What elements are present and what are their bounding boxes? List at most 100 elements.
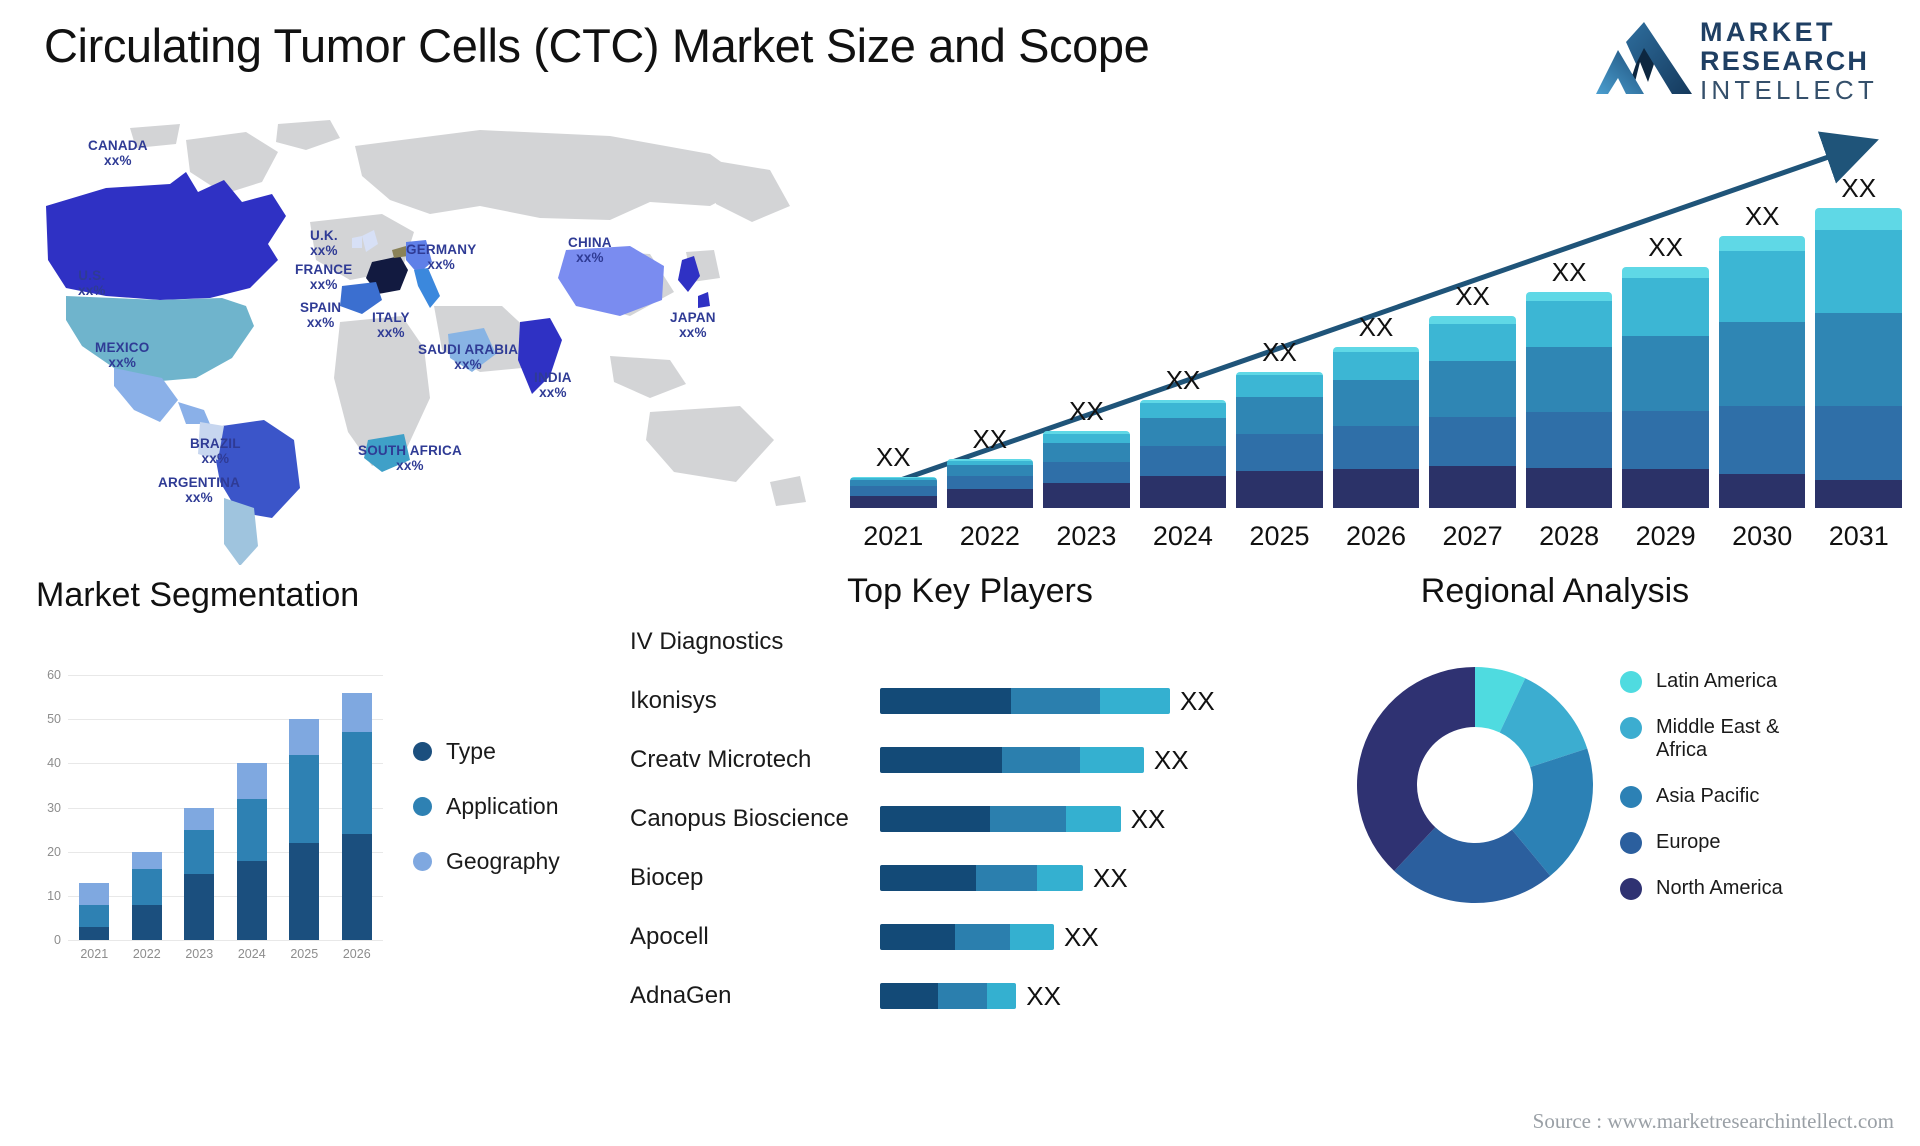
growth-bar-group: XX bbox=[1525, 256, 1613, 508]
key-player-value-label: XX bbox=[1093, 862, 1128, 893]
growth-year-label: 2022 bbox=[959, 521, 1020, 551]
segmentation-bar-segment bbox=[236, 798, 267, 861]
regional-analysis-title: Regional Analysis bbox=[1420, 572, 1690, 610]
growth-bar-segment bbox=[1718, 473, 1806, 508]
growth-bar-segment bbox=[1622, 336, 1709, 411]
key-player-bar-segment bbox=[1001, 747, 1081, 773]
growth-bar-segment bbox=[946, 464, 1034, 476]
market-segmentation-title: Market Segmentation bbox=[36, 576, 360, 614]
growth-bar-segment bbox=[1429, 416, 1516, 467]
segmentation-x-tick: 2021 bbox=[80, 947, 109, 961]
map-label-india: INDIA xx% bbox=[534, 370, 572, 401]
segmentation-gridline bbox=[68, 895, 383, 897]
growth-bar bbox=[1332, 347, 1420, 508]
segmentation-bar-segment bbox=[289, 719, 320, 755]
growth-bar-segment bbox=[1815, 405, 1903, 481]
growth-bar-segment bbox=[1236, 375, 1323, 397]
segmentation-bar-segment bbox=[184, 873, 215, 940]
logo-text: MARKET RESEARCH INTELLECT bbox=[1700, 17, 1878, 104]
key-player-bar-segment bbox=[1080, 747, 1144, 773]
map-label-spain: SPAIN xx% bbox=[300, 300, 342, 331]
growth-bar-value-label: XX bbox=[875, 442, 911, 473]
key-player-value-label: XX bbox=[1130, 803, 1166, 834]
growth-bar-value-label: XX bbox=[1841, 173, 1877, 203]
growth-bar bbox=[1429, 316, 1516, 508]
growth-bar bbox=[1139, 399, 1227, 508]
segmentation-bar-segment bbox=[79, 904, 110, 927]
growth-bar-group: XX bbox=[1236, 337, 1323, 508]
growth-bar-group: XX bbox=[1622, 232, 1709, 508]
growth-bar-group: XX bbox=[850, 442, 937, 508]
logo-line-2: RESEARCH bbox=[1700, 46, 1870, 77]
key-player-row: Biocep XX bbox=[630, 858, 1310, 898]
key-player-bar-segment bbox=[1010, 688, 1101, 714]
segmentation-bar-segment bbox=[184, 829, 215, 874]
growth-year-label: 2026 bbox=[1345, 521, 1407, 551]
key-player-bar-segment bbox=[1010, 924, 1054, 950]
segmentation-gridline bbox=[68, 719, 383, 721]
growth-bar-segment bbox=[1622, 277, 1709, 337]
growth-bar-segment bbox=[1332, 469, 1420, 508]
key-player-name: Ikonisys bbox=[630, 687, 717, 714]
growth-year-label: 2024 bbox=[1152, 521, 1213, 551]
key-player-row: Canopus Bioscience XX bbox=[630, 799, 1310, 839]
segmentation-gridline bbox=[68, 940, 383, 941]
growth-year-label: 2028 bbox=[1539, 521, 1600, 551]
key-player-bar bbox=[880, 983, 1017, 1009]
growth-bar-group: XX bbox=[1815, 173, 1903, 508]
key-player-value-label: XX bbox=[1153, 744, 1189, 775]
growth-bar-segment bbox=[1815, 480, 1903, 508]
segmentation-y-tick: 20 bbox=[47, 844, 61, 859]
key-player-name: Biocep bbox=[630, 864, 704, 891]
key-player-bar-segment bbox=[937, 983, 988, 1009]
regional-legend-item: Middle East & Africa bbox=[1620, 716, 1826, 762]
growth-bar bbox=[1815, 208, 1903, 508]
segmentation-legend: Type Application Geography bbox=[413, 738, 560, 903]
growth-year-label: 2025 bbox=[1249, 521, 1310, 551]
segmentation-x-tick: 2025 bbox=[290, 947, 319, 961]
growth-bar-group: XX bbox=[946, 424, 1034, 508]
segmentation-gridline bbox=[68, 763, 383, 765]
growth-bar-segment bbox=[1718, 251, 1806, 323]
growth-bar-segment bbox=[1525, 300, 1613, 348]
regional-legend-item: Latin America bbox=[1620, 670, 1826, 693]
growth-bar-segment bbox=[1718, 322, 1806, 406]
growth-bar-segment bbox=[1525, 467, 1613, 508]
growth-bar-segment bbox=[1236, 433, 1323, 471]
key-player-bar-segment bbox=[955, 924, 1011, 950]
key-player-value-label: XX bbox=[1180, 685, 1215, 716]
legend-color-swatch bbox=[413, 797, 432, 816]
segmentation-y-tick: 50 bbox=[47, 712, 61, 727]
regional-legend: Latin America Middle East & Africa Asia Pa… bbox=[1620, 670, 1826, 923]
regional-legend-label: Latin America bbox=[1656, 670, 1778, 692]
growth-year-label: 2023 bbox=[1056, 521, 1117, 551]
map-label-japan: JAPAN xx% bbox=[670, 310, 716, 341]
map-label-u-k-: U.K. xx% bbox=[310, 228, 338, 259]
growth-bar-segment bbox=[1139, 475, 1227, 508]
segmentation-bar-segment bbox=[131, 851, 162, 870]
legend-color-swatch bbox=[1620, 717, 1642, 739]
key-player-bar-segment bbox=[1036, 865, 1083, 891]
growth-bar-segment bbox=[1332, 379, 1420, 427]
growth-bar-segment bbox=[1429, 361, 1516, 417]
segmentation-bar bbox=[131, 851, 162, 940]
map-label-canada: CANADA xx% bbox=[88, 138, 148, 169]
page-title: Circulating Tumor Cells (CTC) Market Siz… bbox=[44, 19, 1150, 72]
regional-legend-item: North America bbox=[1620, 877, 1826, 900]
key-player-bar-segment bbox=[880, 806, 991, 832]
key-player-name: Apocell bbox=[630, 923, 709, 950]
legend-color-swatch bbox=[1620, 786, 1642, 808]
growth-bar-value-label: XX bbox=[1551, 256, 1587, 287]
key-player-bar-segment bbox=[880, 865, 976, 891]
growth-bar-segment bbox=[1525, 412, 1613, 468]
map-label-china: CHINA xx% bbox=[568, 235, 612, 266]
legend-color-swatch bbox=[1620, 832, 1642, 854]
growth-bar-segment bbox=[1718, 235, 1806, 252]
legend-color-swatch bbox=[413, 742, 432, 761]
growth-bar-segment bbox=[946, 489, 1034, 508]
key-player-row: IV Diagnostics bbox=[630, 622, 1310, 662]
segmentation-legend-label: Application bbox=[446, 793, 559, 819]
segmentation-bar-segment bbox=[341, 732, 372, 835]
segmentation-legend-label: Type bbox=[446, 738, 496, 764]
segmentation-legend-item: Application bbox=[413, 793, 560, 820]
